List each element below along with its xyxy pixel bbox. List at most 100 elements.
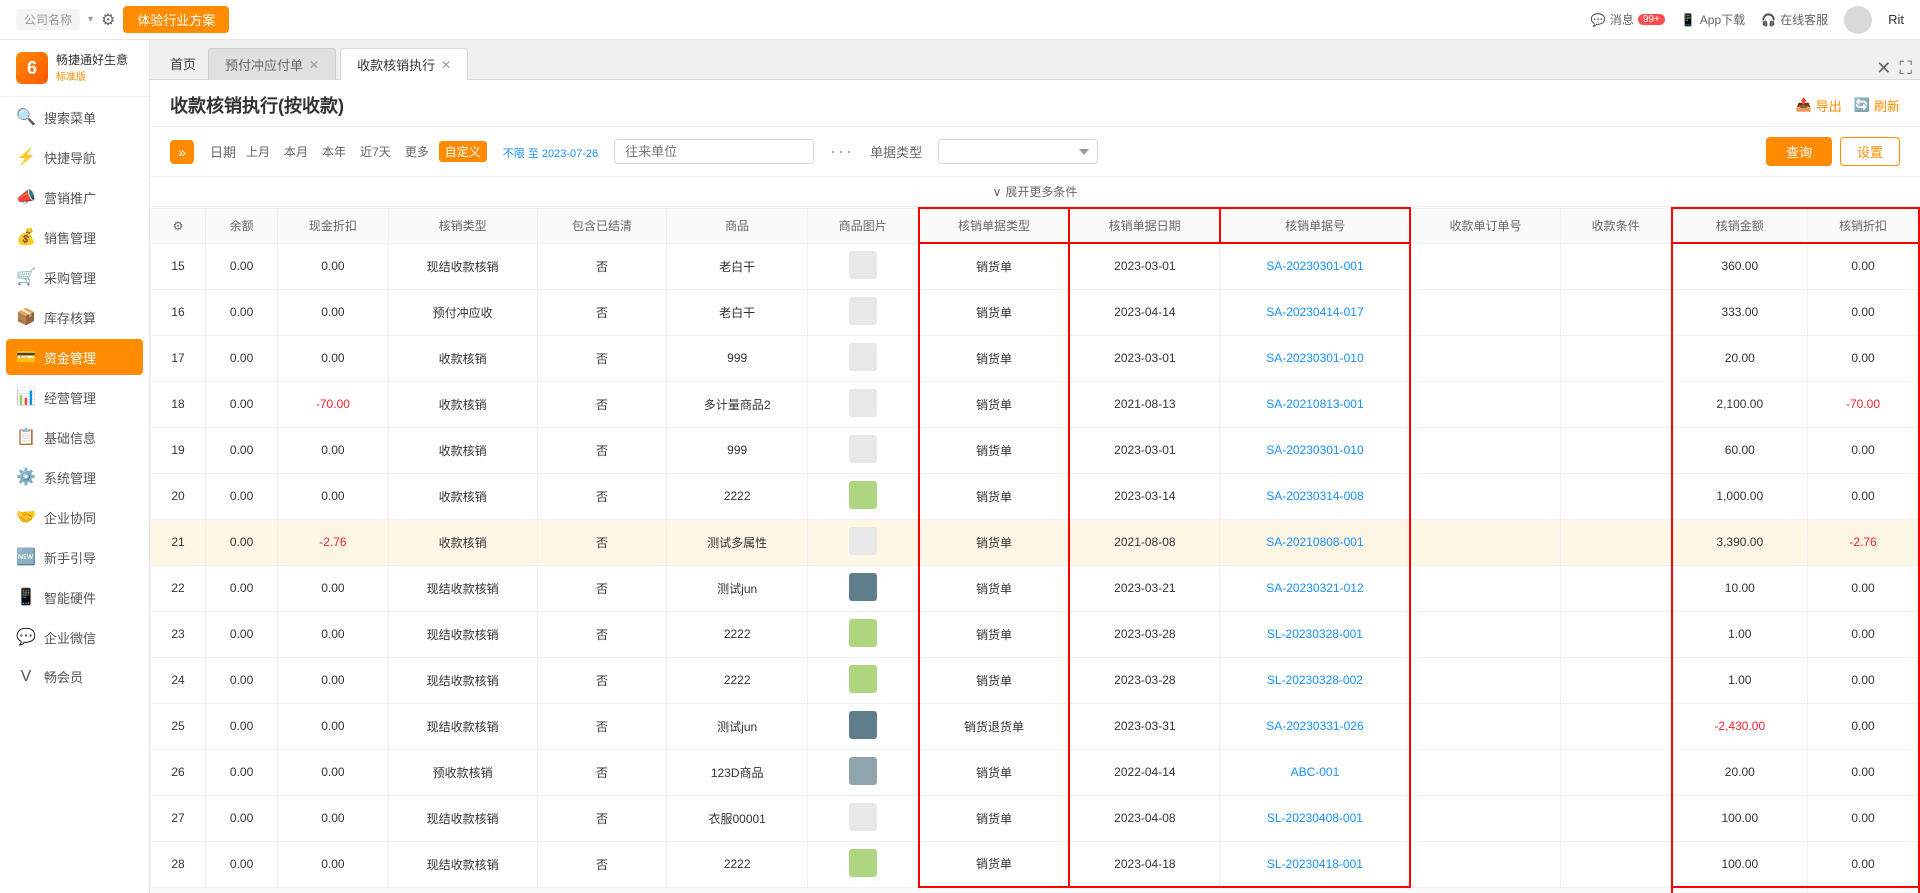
maximize-icon[interactable]: ⛶ — [1899, 58, 1912, 79]
row-order-no — [1410, 657, 1560, 703]
row-bill-date: 2023-04-14 — [1069, 289, 1220, 335]
row-product: 老白干 — [667, 289, 807, 335]
sidebar-item-system[interactable]: ⚙️系统管理 — [0, 457, 149, 497]
last-month-link[interactable]: 上月 — [242, 141, 274, 162]
row-type: 收款核销 — [388, 381, 537, 427]
row-type: 现结收款核销 — [388, 657, 537, 703]
row-bill-no: SL-20230418-001 — [1220, 841, 1410, 887]
date-filter-label: 日期 — [210, 142, 236, 161]
row-order-no — [1410, 749, 1560, 795]
bill-no-link[interactable]: ABC-001 — [1291, 765, 1340, 779]
tab-prepay[interactable]: 预付冲应付单 ✕ — [208, 48, 336, 80]
row-write-off-disc: 0.00 — [1808, 289, 1919, 335]
th-amount: 核销金额 — [1672, 208, 1808, 243]
bill-no-link[interactable]: SA-20230321-012 — [1266, 581, 1363, 595]
row-write-off-disc: 0.00 — [1808, 611, 1919, 657]
sidebar-item-marketing[interactable]: 📣营销推广 — [0, 177, 149, 217]
row-product: 2222 — [667, 473, 807, 519]
row-product: 123D商品 — [667, 749, 807, 795]
sidebar-item-wechat[interactable]: 💬企业微信 — [0, 617, 149, 657]
sidebar-item-search[interactable]: 🔍搜索菜单 — [0, 97, 149, 137]
top-bar-right: 💬 消息 99+ 📱 App下载 🎧 在线客服 Rit — [1591, 6, 1904, 34]
bill-no-link[interactable]: SA-20230414-017 — [1266, 305, 1363, 319]
top-bar-left: 公司名称 ▾ ⚙ 体验行业方案 — [16, 6, 1579, 33]
sidebar-label-finance: 资金管理 — [44, 348, 96, 367]
user-avatar[interactable] — [1844, 6, 1872, 34]
row-balance: 0.00 — [206, 289, 278, 335]
bill-no-link[interactable]: SA-20210813-001 — [1266, 397, 1363, 411]
export-button[interactable]: 📤 导出 — [1796, 96, 1842, 115]
tab-receipts-close[interactable]: ✕ — [441, 58, 451, 72]
sidebar-item-member[interactable]: V畅会员 — [0, 657, 149, 696]
row-cash-discount: -2.76 — [278, 519, 389, 565]
footer-spacer — [151, 887, 1672, 893]
trial-button[interactable]: 体验行业方案 — [123, 6, 229, 33]
row-bill-date: 2023-03-01 — [1069, 427, 1220, 473]
row-bill-date: 2023-03-31 — [1069, 703, 1220, 749]
bill-no-link[interactable]: SA-20210808-001 — [1266, 535, 1363, 549]
row-included: 否 — [537, 703, 667, 749]
custom-date-btn[interactable]: 自定义 — [439, 141, 487, 162]
bill-type-select[interactable] — [938, 139, 1098, 164]
footer-row: 40,556,66... 952.24 — [151, 887, 1920, 893]
app-download-btn[interactable]: 📱 App下载 — [1681, 11, 1745, 28]
refresh-button[interactable]: 🔄 刷新 — [1854, 96, 1900, 115]
last-7days-link[interactable]: 近7天 — [356, 141, 395, 162]
content-area: 收款核销执行(按收款) 📤 导出 🔄 刷新 » — [150, 80, 1920, 893]
online-service-btn[interactable]: 🎧 在线客服 — [1761, 11, 1828, 28]
sidebar-item-hardware[interactable]: 📱智能硬件 — [0, 577, 149, 617]
filter-settings-button[interactable]: 设置 — [1840, 137, 1900, 166]
row-included: 否 — [537, 841, 667, 887]
settings-icon[interactable]: ⚙ — [101, 10, 115, 30]
partner-input[interactable] — [614, 139, 814, 164]
bill-no-link[interactable]: SL-20230418-001 — [1267, 857, 1363, 871]
row-bill-type: 销货退货单 — [919, 703, 1070, 749]
more-dates-link[interactable]: 更多 — [401, 141, 433, 162]
main-area: 首页 预付冲应付单 ✕ 收款核销执行 ✕ ✕ ⛶ 收款核销执行(按收款) — [150, 40, 1920, 893]
sidebar-item-operation[interactable]: 📊经营管理 — [0, 377, 149, 417]
row-amount: 1.00 — [1672, 657, 1808, 703]
sidebar: 6 畅捷通好生意 标准版 🔍搜索菜单⚡快捷导航📣营销推广💰销售管理🛒采购管理📦库… — [0, 40, 150, 893]
sidebar-item-corp[interactable]: 🤝企业协同 — [0, 497, 149, 537]
row-num: 23 — [151, 611, 206, 657]
row-included: 否 — [537, 335, 667, 381]
tab-prepay-close[interactable]: ✕ — [309, 58, 319, 72]
sidebar-item-inventory[interactable]: 📦库存核算 — [0, 297, 149, 337]
row-product-img — [807, 427, 918, 473]
sidebar-item-sales[interactable]: 💰销售管理 — [0, 217, 149, 257]
row-product-img — [807, 795, 918, 841]
row-included: 否 — [537, 381, 667, 427]
bill-no-link[interactable]: SL-20230408-001 — [1267, 811, 1363, 825]
sidebar-item-guide[interactable]: 🆕新手引导 — [0, 537, 149, 577]
bill-no-link[interactable]: SA-20230301-010 — [1266, 443, 1363, 457]
sidebar-item-purchase[interactable]: 🛒采购管理 — [0, 257, 149, 297]
tab-receipts[interactable]: 收款核销执行 ✕ — [340, 48, 468, 80]
sidebar-item-finance[interactable]: 💳资金管理 — [6, 339, 143, 375]
page-actions: 📤 导出 🔄 刷新 — [1796, 96, 1900, 115]
close-tab-icon[interactable]: ✕ — [1876, 58, 1891, 79]
corp-icon: 🤝 — [16, 507, 36, 527]
bill-no-link[interactable]: SA-20230331-026 — [1266, 719, 1363, 733]
this-month-link[interactable]: 本月 — [280, 141, 312, 162]
row-cash-discount: 0.00 — [278, 657, 389, 703]
bill-no-link[interactable]: SA-20230314-008 — [1266, 489, 1363, 503]
bill-no-link[interactable]: SL-20230328-001 — [1267, 627, 1363, 641]
bill-no-link[interactable]: SA-20230301-010 — [1266, 351, 1363, 365]
footer-disc: 952.24 — [1808, 887, 1919, 893]
bill-no-link[interactable]: SL-20230328-002 — [1267, 673, 1363, 687]
sidebar-item-quicknav[interactable]: ⚡快捷导航 — [0, 137, 149, 177]
bill-no-link[interactable]: SA-20230301-001 — [1266, 259, 1363, 273]
product-image — [849, 619, 877, 647]
row-product-img — [807, 289, 918, 335]
messages-btn[interactable]: 💬 消息 99+ — [1591, 11, 1665, 28]
company-dropdown-icon[interactable]: ▾ — [88, 14, 93, 25]
filter-toggle-btn[interactable]: » — [170, 140, 194, 164]
row-amount: 10.00 — [1672, 565, 1808, 611]
th-gear[interactable]: ⚙ — [151, 208, 206, 243]
query-button[interactable]: 查询 — [1766, 137, 1832, 166]
sidebar-item-basic[interactable]: 📋基础信息 — [0, 417, 149, 457]
table-container: ⚙ 余额 现金折扣 核销类型 包含已结清 商品 商品图片 核销单据类型 核销单据… — [150, 207, 1920, 893]
expand-conditions-btn[interactable]: ∨ 展开更多条件 — [993, 183, 1078, 200]
tab-home[interactable]: 首页 — [158, 48, 208, 79]
this-year-link[interactable]: 本年 — [318, 141, 350, 162]
